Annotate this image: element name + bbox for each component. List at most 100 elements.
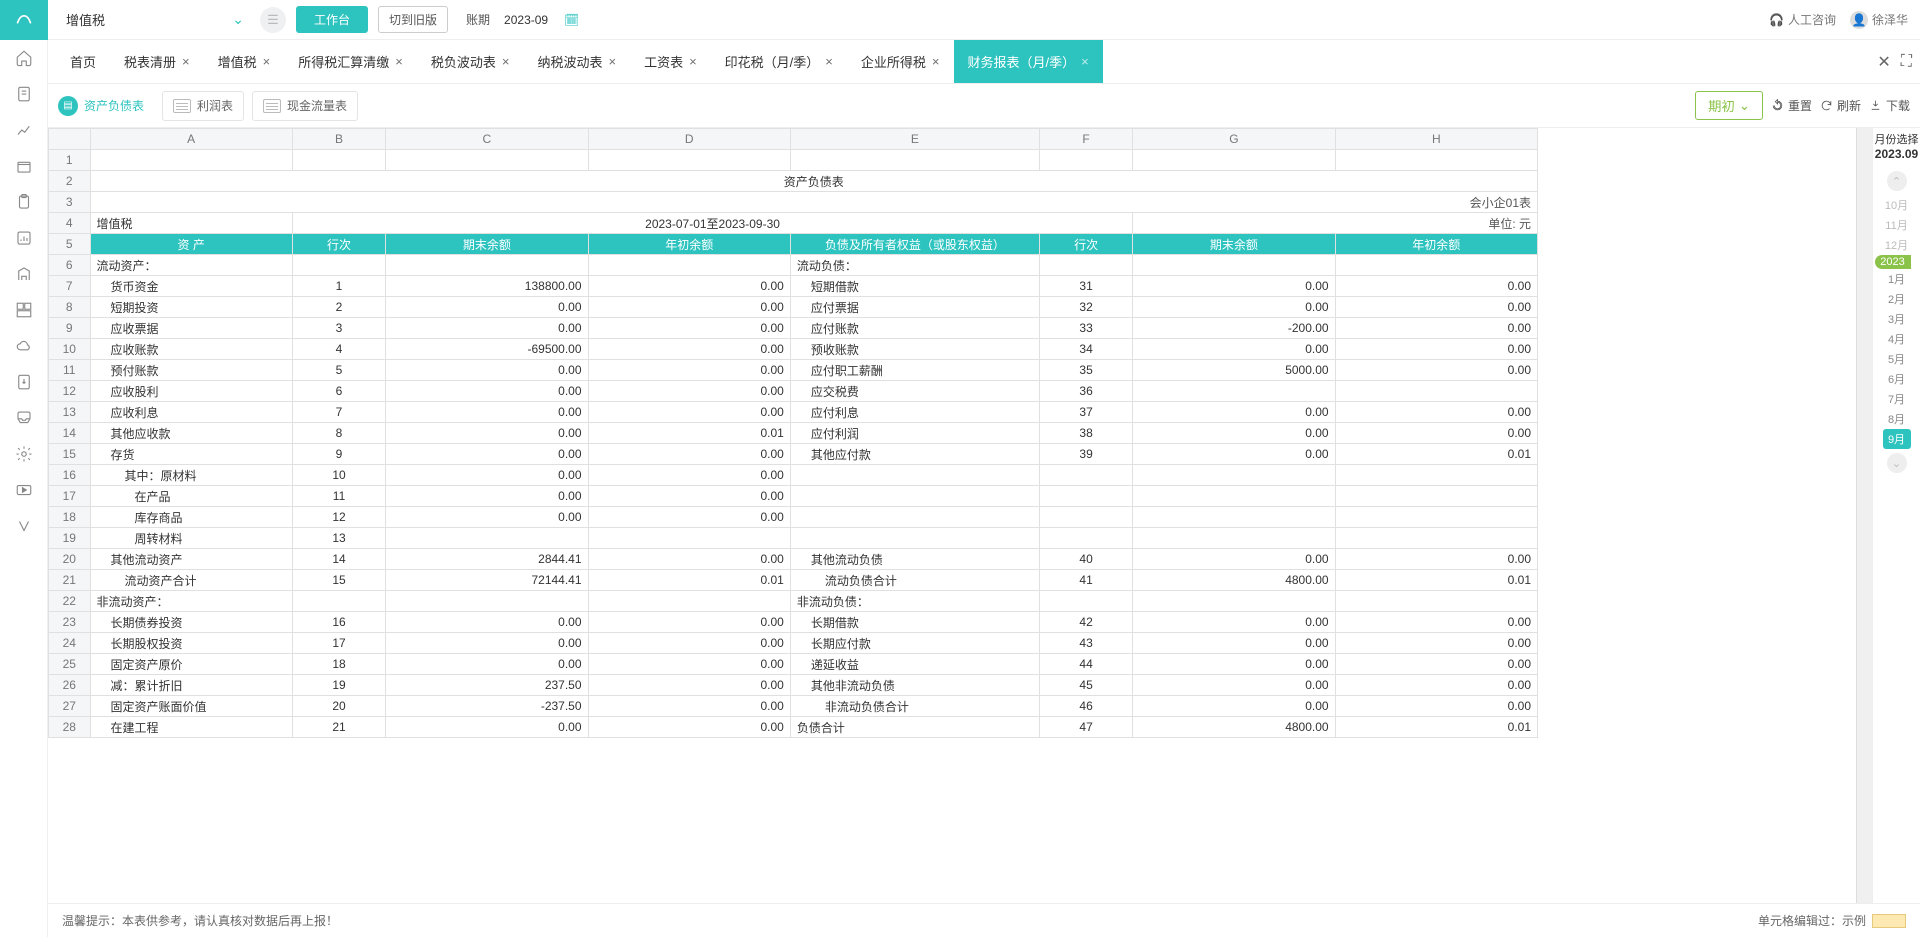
cell[interactable]: 0.00 (588, 549, 790, 570)
cell[interactable] (1133, 381, 1335, 402)
cell[interactable]: 应付账款 (790, 318, 1039, 339)
cell[interactable]: 递延收益 (790, 654, 1039, 675)
switch-old-button[interactable]: 切到旧版 (378, 6, 448, 33)
cell[interactable]: 20 (292, 696, 385, 717)
cell[interactable]: 0.00 (588, 486, 790, 507)
nav-building-icon[interactable] (0, 256, 48, 292)
cell[interactable]: 货币资金 (90, 276, 292, 297)
subtab-2[interactable]: 现金流量表 (252, 91, 358, 121)
row-header[interactable]: 28 (49, 717, 91, 738)
cell[interactable]: 0.01 (1335, 444, 1537, 465)
row-header[interactable]: 5 (49, 234, 91, 255)
refresh-button[interactable]: 刷新 (1820, 97, 1861, 114)
cell[interactable] (1039, 591, 1132, 612)
row-header[interactable]: 27 (49, 696, 91, 717)
cell[interactable]: 0.00 (588, 360, 790, 381)
nav-dashboard-icon[interactable] (0, 292, 48, 328)
cell[interactable]: 0.00 (386, 402, 588, 423)
cell[interactable]: 19 (292, 675, 385, 696)
tab-0[interactable]: 首页 (56, 40, 110, 84)
row-header[interactable]: 7 (49, 276, 91, 297)
cell[interactable]: 5000.00 (1133, 360, 1335, 381)
cell[interactable]: 0.00 (1335, 339, 1537, 360)
nav-export-icon[interactable] (0, 364, 48, 400)
cell[interactable]: 18 (292, 654, 385, 675)
consult-link[interactable]: 🎧 人工咨询 (1769, 11, 1836, 28)
cell[interactable]: 4 (292, 339, 385, 360)
month-option[interactable]: 12月 (1885, 235, 1908, 255)
col-header[interactable]: B (292, 129, 385, 150)
calendar-icon[interactable]: 🗓 (564, 13, 579, 27)
cell[interactable]: 5 (292, 360, 385, 381)
month-option[interactable]: 4月 (1883, 329, 1911, 349)
cell[interactable] (386, 591, 588, 612)
row-header[interactable]: 16 (49, 465, 91, 486)
cell[interactable]: 43 (1039, 633, 1132, 654)
cell[interactable]: 0.00 (386, 423, 588, 444)
cell[interactable]: 0.00 (1133, 696, 1335, 717)
cell[interactable]: 0.00 (1335, 423, 1537, 444)
cell[interactable] (1335, 486, 1537, 507)
cell[interactable]: 0.01 (588, 570, 790, 591)
tab-close-icon[interactable]: × (395, 54, 403, 69)
company-selector[interactable]: 增值税 ⌄ (60, 6, 250, 33)
workbench-button[interactable]: 工作台 (296, 6, 368, 33)
cell[interactable]: 0.00 (1133, 612, 1335, 633)
row-header[interactable]: 3 (49, 192, 91, 213)
cell[interactable] (292, 255, 385, 276)
nav-report-icon[interactable] (0, 220, 48, 256)
cell[interactable]: 0.00 (588, 402, 790, 423)
cell[interactable] (1133, 507, 1335, 528)
row-header[interactable]: 10 (49, 339, 91, 360)
nav-box-icon[interactable] (0, 148, 48, 184)
cell[interactable] (90, 150, 292, 171)
cell[interactable] (386, 255, 588, 276)
subtab-0[interactable]: ▤资产负债表 (58, 91, 154, 121)
cell[interactable]: 预付账款 (90, 360, 292, 381)
month-option[interactable]: 1月 (1883, 269, 1911, 289)
cell[interactable]: 流动负债合计 (790, 570, 1039, 591)
nav-clipboard-icon[interactable] (0, 184, 48, 220)
col-header[interactable]: E (790, 129, 1039, 150)
cell[interactable]: 36 (1039, 381, 1132, 402)
row-header[interactable]: 20 (49, 549, 91, 570)
cell[interactable]: 其他流动负债 (790, 549, 1039, 570)
cell[interactable] (1335, 507, 1537, 528)
cell[interactable]: 0.00 (1335, 276, 1537, 297)
cell[interactable]: 34 (1039, 339, 1132, 360)
cell[interactable]: 0.00 (1335, 549, 1537, 570)
tab-close-icon[interactable]: × (689, 54, 697, 69)
cell[interactable]: 应交税费 (790, 381, 1039, 402)
tab-close-icon[interactable]: × (932, 54, 940, 69)
period-mode-button[interactable]: 期初⌄ (1695, 91, 1763, 120)
cell[interactable]: 0.00 (588, 717, 790, 738)
cell[interactable] (1133, 150, 1335, 171)
cell[interactable]: 0.00 (588, 444, 790, 465)
cell[interactable]: 0.00 (588, 507, 790, 528)
cell[interactable] (1335, 528, 1537, 549)
cell[interactable]: 38 (1039, 423, 1132, 444)
month-option[interactable]: 5月 (1883, 349, 1911, 369)
cell[interactable] (588, 528, 790, 549)
cell[interactable]: 0.00 (1133, 276, 1335, 297)
cell[interactable]: 应付票据 (790, 297, 1039, 318)
cell[interactable] (1335, 465, 1537, 486)
cell[interactable]: 短期投资 (90, 297, 292, 318)
cell[interactable]: 库存商品 (90, 507, 292, 528)
cell[interactable] (588, 255, 790, 276)
row-header[interactable]: 14 (49, 423, 91, 444)
cell[interactable]: 40 (1039, 549, 1132, 570)
row-header[interactable]: 19 (49, 528, 91, 549)
cell[interactable]: 15 (292, 570, 385, 591)
cell[interactable] (790, 486, 1039, 507)
cell[interactable]: 8 (292, 423, 385, 444)
nav-inbox-icon[interactable] (0, 400, 48, 436)
cell[interactable]: 21 (292, 717, 385, 738)
cell[interactable] (588, 150, 790, 171)
cell[interactable]: 在建工程 (90, 717, 292, 738)
cell[interactable]: 3 (292, 318, 385, 339)
cell[interactable]: 0.00 (386, 381, 588, 402)
cell[interactable]: 9 (292, 444, 385, 465)
cell[interactable]: 41 (1039, 570, 1132, 591)
cell[interactable]: 0.00 (588, 465, 790, 486)
